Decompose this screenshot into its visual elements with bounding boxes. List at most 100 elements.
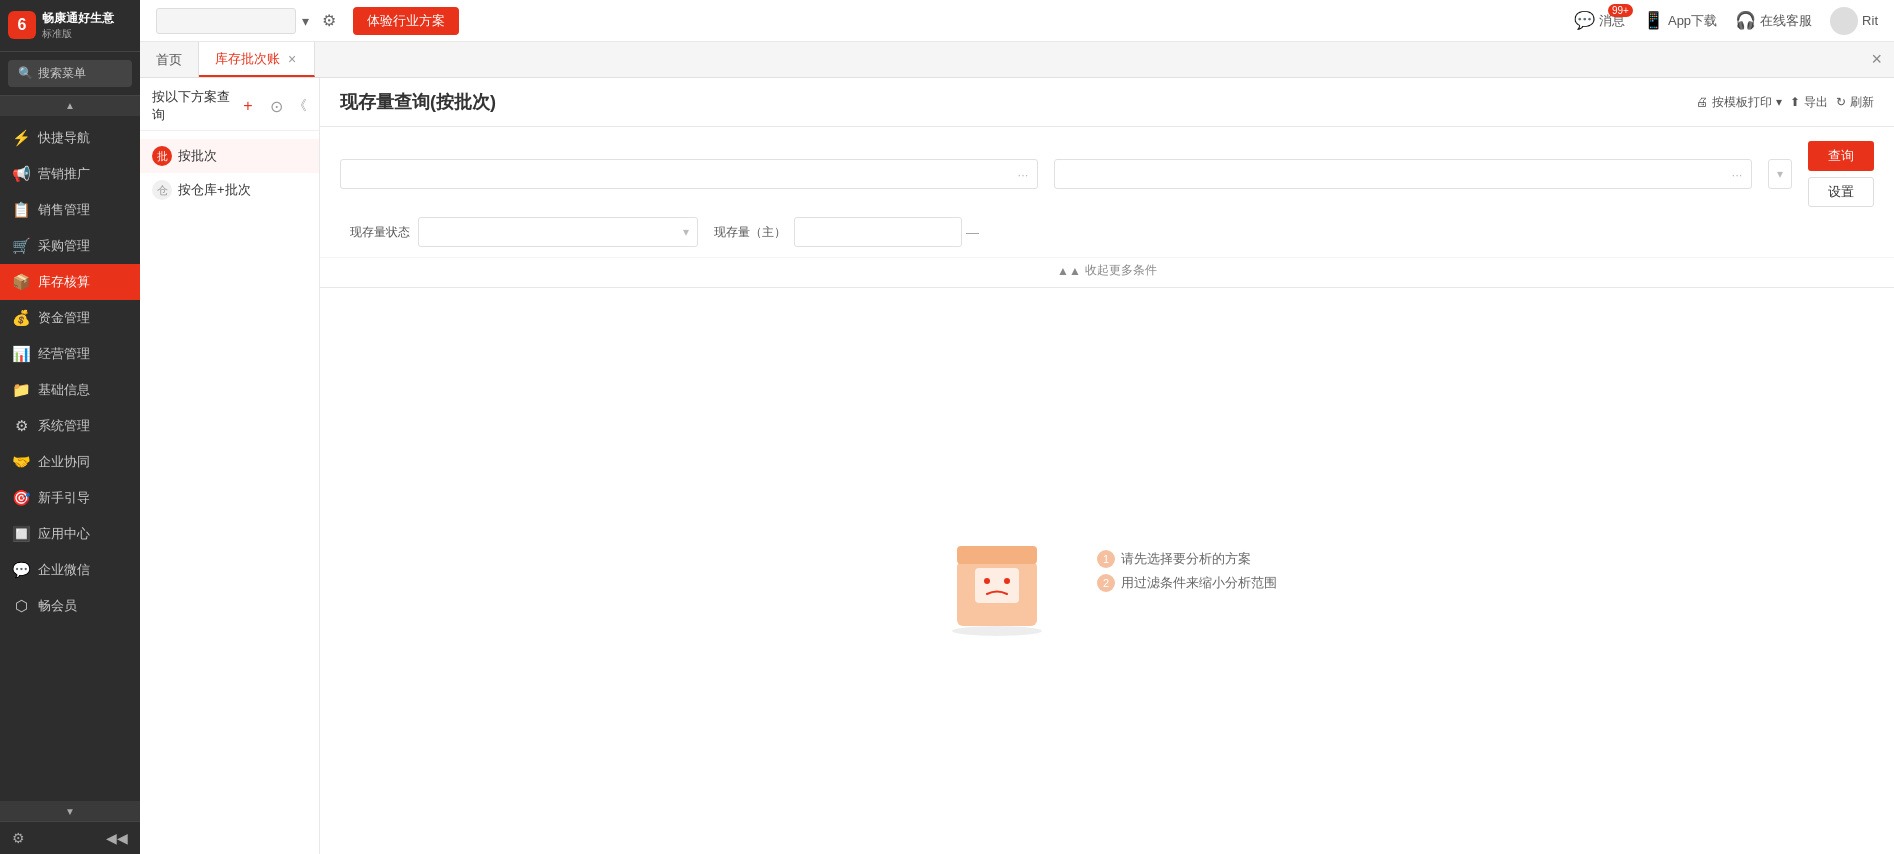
messages-action[interactable]: 💬 消息 99+ [1574, 10, 1625, 31]
guide-icon: 🎯 [12, 489, 30, 507]
collapse-scheme-button[interactable]: 《 [293, 97, 307, 115]
settings-footer-button[interactable]: ⚙ [12, 830, 25, 846]
tab-home-label: 首页 [156, 51, 182, 69]
basic-icon: 📁 [12, 381, 30, 399]
sidebar-scroll-up[interactable]: ▲ [0, 96, 140, 116]
purchase-icon: 🛒 [12, 237, 30, 255]
hint-num-1: 1 [1097, 550, 1115, 568]
header-search-input[interactable] [156, 8, 296, 34]
header-gear-button[interactable]: ⚙ [315, 7, 343, 35]
sidebar-item-member[interactable]: ⬡ 畅会员 [0, 588, 140, 624]
sidebar-item-purchase[interactable]: 🛒 采购管理 [0, 228, 140, 264]
sidebar-item-marketing[interactable]: 📢 营销推广 [0, 156, 140, 192]
stock-status-filter: 现存量状态 ▾ [340, 217, 698, 247]
export-label: 导出 [1804, 94, 1828, 111]
header-dropdown-button[interactable]: ▾ [302, 13, 309, 29]
sidebar-item-system[interactable]: ⚙ 系统管理 [0, 408, 140, 444]
sidebar-item-guide[interactable]: 🎯 新手引导 [0, 480, 140, 516]
customer-service-icon: 🎧 [1735, 10, 1756, 31]
scheme-item-by-warehouse-batch[interactable]: 仓 按仓库+批次 [140, 173, 319, 207]
header-left: ▾ ⚙ 体验行业方案 [156, 7, 459, 35]
scheme-panel-header: 按以下方案查询 + ⊙ 《 [140, 78, 319, 131]
collapse-sidebar-button[interactable]: ◀◀ [106, 830, 128, 846]
app-download-label: App下载 [1668, 12, 1717, 30]
warehouse-more-icon[interactable]: ··· [1009, 167, 1037, 182]
scheme-panel-title: 按以下方案查询 [152, 88, 237, 124]
empty-hint-2: 2 用过滤条件来缩小分析范围 [1097, 574, 1277, 592]
sidebar-item-label: 企业协同 [38, 453, 90, 471]
query-actions: 查询 设置 [1808, 141, 1874, 207]
print-button[interactable]: 🖨 按模板打印 ▾ [1696, 94, 1782, 111]
enterprise-icon: 🤝 [12, 453, 30, 471]
sidebar-item-label: 快捷导航 [38, 129, 90, 147]
export-button[interactable]: ⬆ 导出 [1790, 94, 1828, 111]
sidebar: 6 畅康通好生意 标准版 🔍 搜索菜单 ▲ ⚡ 快捷导航 📢 营销推广 📋 销售… [0, 0, 140, 854]
status-select[interactable]: ▾ [1768, 159, 1792, 189]
customer-service-label: 在线客服 [1760, 12, 1812, 30]
system-icon: ⚙ [12, 417, 30, 435]
settings-button[interactable]: 设置 [1808, 177, 1874, 207]
sidebar-scroll-down[interactable]: ▼ [0, 801, 140, 821]
product-more-icon[interactable]: ··· [1723, 167, 1751, 182]
stock-status-select[interactable]: ▾ [418, 217, 698, 247]
empty-hints: 1 请先选择要分析的方案 2 用过滤条件来缩小分析范围 [1097, 550, 1277, 592]
add-scheme-button[interactable]: + [237, 95, 259, 117]
empty-hint-1: 1 请先选择要分析的方案 [1097, 550, 1277, 568]
sidebar-item-label: 营销推广 [38, 165, 90, 183]
product-filter: ··· [1054, 159, 1752, 189]
wechat-icon: 💬 [12, 561, 30, 579]
customer-service-action[interactable]: 🎧 在线客服 [1735, 10, 1812, 31]
sidebar-header: 6 畅康通好生意 标准版 [0, 0, 140, 52]
sidebar-item-quick-nav[interactable]: ⚡ 快捷导航 [0, 120, 140, 156]
sidebar-item-inventory[interactable]: 📦 库存核算 [0, 264, 140, 300]
print-label: 按模板打印 [1712, 94, 1772, 111]
sidebar-item-enterprise[interactable]: 🤝 企业协同 [0, 444, 140, 480]
sidebar-brand: 畅康通好生意 标准版 [42, 10, 114, 41]
search-menu-label: 搜索菜单 [38, 65, 86, 82]
product-input[interactable] [1055, 167, 1723, 181]
sidebar-item-label: 经营管理 [38, 345, 90, 363]
sidebar-search[interactable]: 🔍 搜索菜单 [0, 52, 140, 96]
sidebar-item-finance[interactable]: 💰 资金管理 [0, 300, 140, 336]
stock-status-label: 现存量状态 [340, 224, 410, 241]
stock-qty-min-input[interactable] [794, 217, 962, 247]
scheme-item-by-batch[interactable]: 批 按批次 [140, 139, 319, 173]
sidebar-item-sales[interactable]: 📋 销售管理 [0, 192, 140, 228]
filter-top-row: ··· ··· ▾ [320, 127, 1894, 217]
scheme-list: 批 按批次 仓 按仓库+批次 [140, 131, 319, 215]
user-avatar-action[interactable]: Rit [1830, 7, 1878, 35]
query-button[interactable]: 查询 [1808, 141, 1874, 171]
product-input-wrapper: ··· [1054, 159, 1752, 189]
sidebar-item-label: 库存核算 [38, 273, 90, 291]
page-title-row: 现存量查询(按批次) 🖨 按模板打印 ▾ ⬆ 导出 ↻ [340, 90, 1874, 114]
app-logo: 6 [8, 11, 36, 39]
empty-svg [937, 506, 1057, 636]
tab-panel-close-button[interactable]: × [1859, 42, 1894, 77]
main-content: 现存量查询(按批次) 🖨 按模板打印 ▾ ⬆ 导出 ↻ [320, 78, 1894, 854]
status-filter: ▾ [1768, 159, 1792, 189]
sidebar-item-operations[interactable]: 📊 经营管理 [0, 336, 140, 372]
trial-button[interactable]: 体验行业方案 [353, 7, 459, 35]
tab-batch-account[interactable]: 库存批次账 × [199, 42, 315, 77]
scheme-icon-inactive: 仓 [152, 180, 172, 200]
user-name: Rit [1862, 13, 1878, 28]
refresh-button[interactable]: ↻ 刷新 [1836, 94, 1874, 111]
sidebar-item-wechat[interactable]: 💬 企业微信 [0, 552, 140, 588]
tab-close-button[interactable]: × [286, 52, 298, 66]
warehouse-input[interactable] [341, 167, 1009, 181]
sales-icon: 📋 [12, 201, 30, 219]
sidebar-item-basic[interactable]: 📁 基础信息 [0, 372, 140, 408]
sidebar-item-appstore[interactable]: 🔲 应用中心 [0, 516, 140, 552]
brand-sub: 标准版 [42, 27, 114, 41]
app-download-action[interactable]: 📱 App下载 [1643, 10, 1717, 31]
content-area: 按以下方案查询 + ⊙ 《 批 按批次 仓 按仓库+批次 [140, 78, 1894, 854]
tab-batch-account-label: 库存批次账 [215, 50, 280, 68]
tab-home[interactable]: 首页 [140, 42, 199, 77]
stock-qty-filter: 现存量（主） — [714, 217, 1874, 247]
scheme-settings-button[interactable]: ⊙ [265, 95, 287, 117]
warehouse-input-wrapper: ··· [340, 159, 1038, 189]
warehouse-filter: ··· [340, 159, 1038, 189]
collapse-filter-button[interactable]: ▲▲ 收起更多条件 [1057, 262, 1157, 279]
search-menu-button[interactable]: 🔍 搜索菜单 [8, 60, 132, 87]
hint-num-2: 2 [1097, 574, 1115, 592]
